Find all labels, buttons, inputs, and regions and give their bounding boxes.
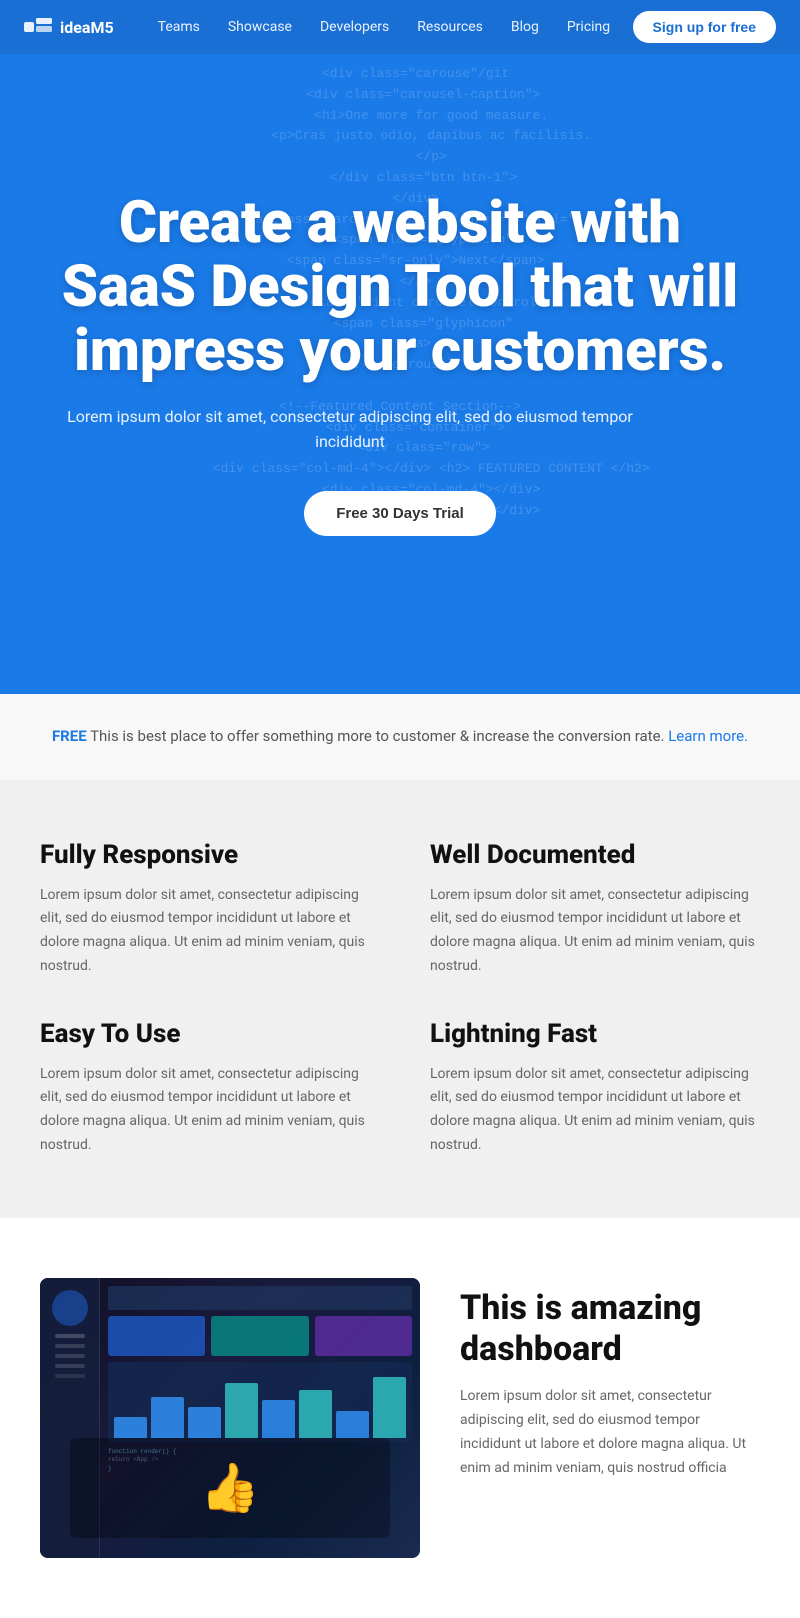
dashboard-thumbnail: function render() { return <App /> } 👍 (40, 1278, 420, 1558)
feature-fully-responsive: Fully Responsive Lorem ipsum dolor sit a… (40, 840, 370, 979)
dashboard-text: This is amazing dashboard Lorem ipsum do… (460, 1278, 760, 1481)
logo[interactable]: ideaM5 (24, 18, 114, 37)
hero-title: Create a website with SaaS Design Tool t… (50, 192, 750, 383)
nav-link-teams[interactable]: Teams (146, 13, 212, 41)
hero-content: Create a website with SaaS Design Tool t… (50, 192, 750, 536)
feature-title-3: Lightning Fast (430, 1019, 760, 1049)
hero-subtitle: Lorem ipsum dolor sit amet, consectetur … (50, 404, 650, 455)
logo-icon (24, 18, 52, 36)
dashboard-image: function render() { return <App /> } 👍 (40, 1278, 420, 1558)
free-label: FREE (52, 727, 87, 745)
free-banner: FREE This is best place to offer somethi… (0, 694, 800, 780)
nav-link-showcase[interactable]: Showcase (216, 13, 304, 41)
nav-link-developers[interactable]: Developers (308, 13, 401, 41)
dashboard-title: This is amazing dashboard (460, 1288, 760, 1370)
hero-section: <div class="carouse"/git <div class="car… (0, 54, 800, 694)
signup-button[interactable]: Sign up for free (633, 11, 776, 43)
nav-link-blog[interactable]: Blog (499, 13, 551, 41)
nav-links: Teams Showcase Developers Resources Blog… (146, 13, 633, 41)
feature-desc-2: Lorem ipsum dolor sit amet, consectetur … (40, 1063, 370, 1158)
hero-cta-button[interactable]: Free 30 Days Trial (304, 491, 496, 536)
dashboard-desc: Lorem ipsum dolor sit amet, consectetur … (460, 1385, 760, 1480)
feature-desc-0: Lorem ipsum dolor sit amet, consectetur … (40, 884, 370, 979)
navbar: ideaM5 Teams Showcase Developers Resourc… (0, 0, 800, 54)
features-section: Fully Responsive Lorem ipsum dolor sit a… (0, 780, 800, 1218)
nav-link-pricing[interactable]: Pricing (555, 13, 622, 41)
feature-desc-1: Lorem ipsum dolor sit amet, consectetur … (430, 884, 760, 979)
dashboard-section: function render() { return <App /> } 👍 T… (0, 1218, 800, 1618)
learn-more-link[interactable]: Learn more. (668, 727, 748, 745)
feature-title-2: Easy To Use (40, 1019, 370, 1049)
feature-title-1: Well Documented (430, 840, 760, 870)
feature-lightning-fast: Lightning Fast Lorem ipsum dolor sit ame… (430, 1019, 760, 1158)
nav-link-resources[interactable]: Resources (405, 13, 495, 41)
logo-text: ideaM5 (60, 18, 114, 37)
feature-title-0: Fully Responsive (40, 840, 370, 870)
feature-well-documented: Well Documented Lorem ipsum dolor sit am… (430, 840, 760, 979)
feature-desc-3: Lorem ipsum dolor sit amet, consectetur … (430, 1063, 760, 1158)
banner-text: This is best place to offer something mo… (87, 727, 669, 745)
feature-easy-to-use: Easy To Use Lorem ipsum dolor sit amet, … (40, 1019, 370, 1158)
